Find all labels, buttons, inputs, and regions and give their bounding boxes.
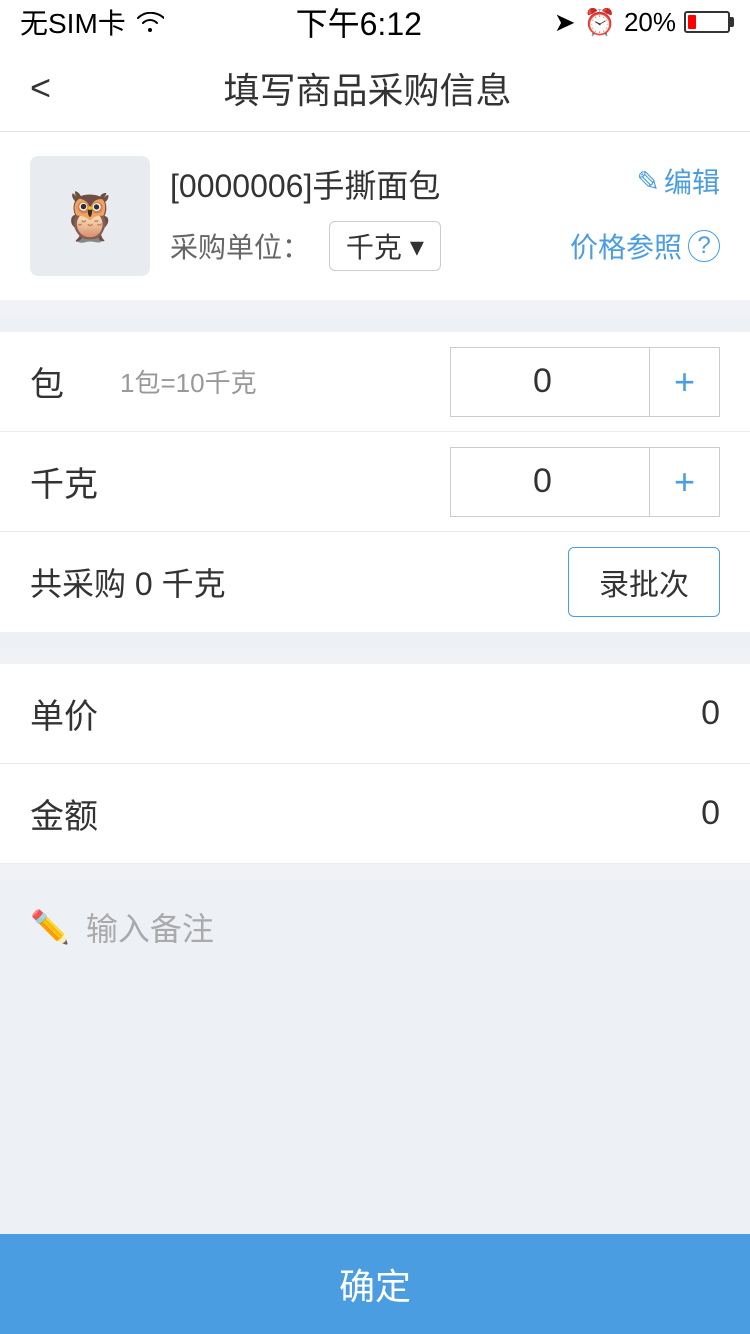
kg-controls: + — [450, 447, 720, 517]
status-bar: 无SIM卡 下午6:12 ➤ ⏰ 20% — [0, 0, 750, 44]
price-ref-link[interactable]: 价格参照 ? — [570, 226, 720, 266]
bag-quantity-input[interactable] — [450, 347, 650, 417]
section-separator-2 — [0, 632, 750, 648]
price-section: 单价 0 金额 0 — [0, 664, 750, 864]
confirm-button[interactable]: 确定 — [0, 1234, 750, 1334]
product-name: [0000006]手撕面包 — [170, 161, 440, 207]
battery-icon — [684, 11, 730, 33]
notes-section[interactable]: ✏️ 输入备注 — [0, 880, 750, 974]
unit-value: 千克 — [346, 226, 402, 266]
unit-group: 采购单位： 千克 ▾ — [170, 221, 441, 271]
notes-placeholder: 输入备注 — [86, 904, 214, 950]
back-button[interactable]: < — [30, 67, 51, 109]
product-card: 🦉 [0000006]手撕面包 ✎ 编辑 采购单位： 千克 ▾ 价格参照 ? — [0, 132, 750, 300]
kg-input-row: 千克 + — [0, 432, 750, 532]
record-batch-button[interactable]: 录批次 — [568, 547, 720, 617]
status-left: 无SIM卡 — [20, 2, 164, 42]
bag-controls: + — [450, 347, 720, 417]
status-right: ➤ ⏰ 20% — [554, 7, 730, 38]
alarm-icon: ⏰ — [584, 7, 616, 38]
price-ref-label: 价格参照 — [570, 226, 682, 266]
section-separator-1 — [0, 316, 750, 332]
product-unit-row: 采购单位： 千克 ▾ 价格参照 ? — [170, 221, 720, 271]
summary-row: 共采购 0 千克 录批次 — [0, 532, 750, 632]
content-spacer — [0, 974, 750, 1254]
unit-price-row: 单价 0 — [0, 664, 750, 764]
wifi-icon — [136, 12, 164, 32]
location-icon: ➤ — [554, 7, 576, 38]
product-logo: 🦉 — [60, 188, 120, 245]
edit-label: 编辑 — [664, 161, 720, 201]
bottom-bar: 确定 — [0, 1234, 750, 1334]
kg-quantity-input[interactable] — [450, 447, 650, 517]
product-header: [0000006]手撕面包 ✎ 编辑 — [170, 161, 720, 207]
chevron-down-icon: ▾ — [410, 230, 424, 263]
amount-label: 金额 — [30, 789, 98, 838]
input-section: 包 1包=10千克 + 千克 + — [0, 332, 750, 532]
kg-plus-button[interactable]: + — [650, 447, 720, 517]
status-time: 下午6:12 — [296, 0, 422, 45]
carrier-text: 无SIM卡 — [20, 2, 126, 42]
amount-row: 金额 0 — [0, 764, 750, 864]
nav-bar: < 填写商品采购信息 — [0, 44, 750, 132]
bag-label: 包 — [30, 357, 110, 406]
battery-text: 20% — [624, 7, 676, 38]
unit-selector[interactable]: 千克 ▾ — [329, 221, 441, 271]
product-thumbnail: 🦉 — [30, 156, 150, 276]
edit-icon: ✎ — [637, 165, 660, 198]
bag-input-row: 包 1包=10千克 + — [0, 332, 750, 432]
kg-label: 千克 — [30, 457, 110, 506]
product-info: [0000006]手撕面包 ✎ 编辑 采购单位： 千克 ▾ 价格参照 ? — [170, 161, 720, 271]
unit-price-value: 0 — [701, 694, 720, 733]
price-ref-question-icon: ? — [688, 230, 720, 262]
amount-value: 0 — [701, 794, 720, 833]
bag-plus-button[interactable]: + — [650, 347, 720, 417]
bag-hint: 1包=10千克 — [120, 363, 450, 400]
unit-label: 采购单位： — [170, 232, 310, 263]
unit-price-label: 单价 — [30, 689, 98, 738]
pencil-icon: ✏️ — [30, 908, 70, 946]
edit-link[interactable]: ✎ 编辑 — [637, 161, 720, 201]
page-title: 填写商品采购信息 — [71, 62, 664, 114]
summary-text: 共采购 0 千克 — [30, 559, 226, 605]
